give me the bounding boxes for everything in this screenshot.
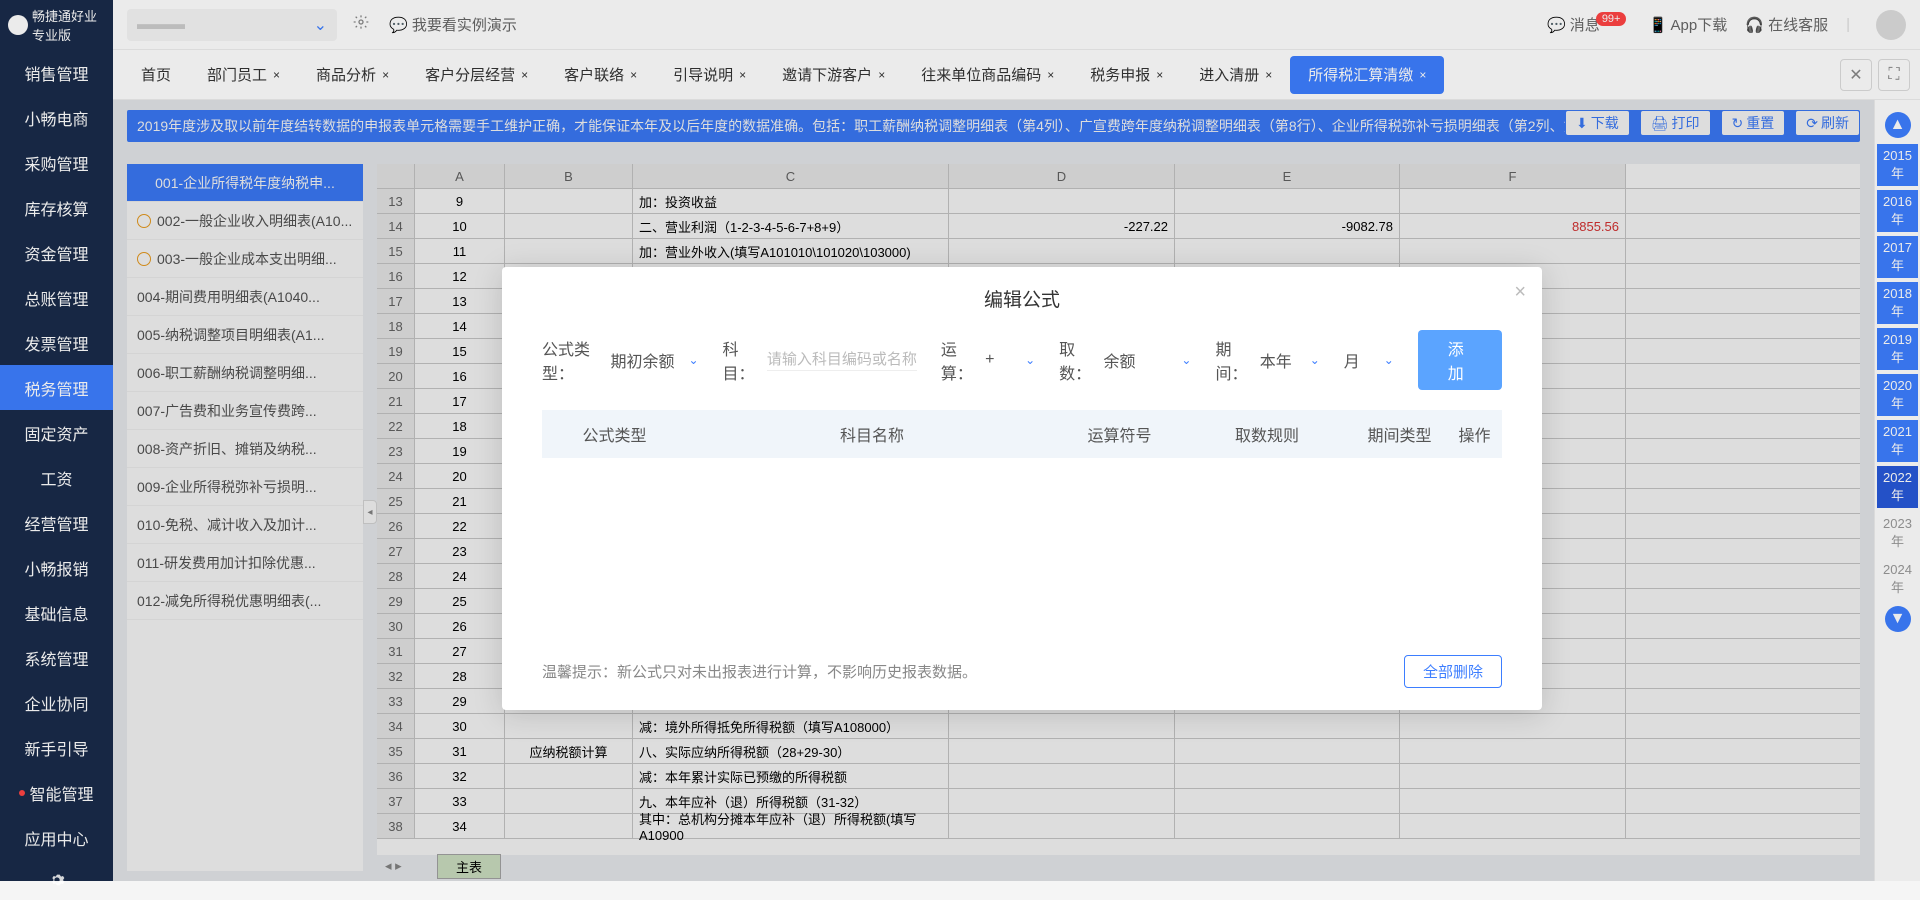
delete-all-button[interactable]: 全部删除 [1404, 655, 1502, 688]
period-month-select[interactable]: 月⌄ [1344, 348, 1394, 372]
formula-form: 公式类型： 期初余额⌄ 科目： 运算： +⌄ 取数： 余额⌄ 期间： 本年⌄ 月… [502, 330, 1542, 404]
operator-select[interactable]: +⌄ [985, 351, 1035, 369]
modal-title: 编辑公式 [502, 267, 1542, 330]
label-fetch: 取数： [1059, 336, 1095, 384]
th-action: 操作 [1447, 422, 1502, 446]
formula-type-select[interactable]: 期初余额⌄ [611, 348, 699, 372]
label-period: 期间： [1215, 336, 1251, 384]
period-year-select[interactable]: 本年⌄ [1260, 348, 1320, 372]
subject-input[interactable] [767, 349, 917, 371]
add-button[interactable]: 添加 [1418, 330, 1502, 390]
th-period: 期间类型 [1352, 422, 1447, 446]
th-subject: 科目名称 [687, 422, 1057, 446]
label-type: 公式类型： [542, 336, 603, 384]
label-op: 运算： [941, 336, 977, 384]
th-type: 公式类型 [542, 422, 687, 446]
modal-close-button[interactable]: × [1514, 281, 1526, 304]
label-subject: 科目： [723, 336, 759, 384]
th-op: 运算符号 [1057, 422, 1182, 446]
modal-tip: 温馨提示：新公式只对未出报表进行计算，不影响历史报表数据。 [542, 661, 977, 682]
edit-formula-modal: 编辑公式 × 公式类型： 期初余额⌄ 科目： 运算： +⌄ 取数： 余额⌄ 期间… [502, 267, 1542, 710]
fetch-rule-select[interactable]: 余额⌄ [1103, 348, 1191, 372]
th-fetch: 取数规则 [1182, 422, 1352, 446]
formula-table: 公式类型 科目名称 运算符号 取数规则 期间类型 操作 [542, 410, 1502, 458]
